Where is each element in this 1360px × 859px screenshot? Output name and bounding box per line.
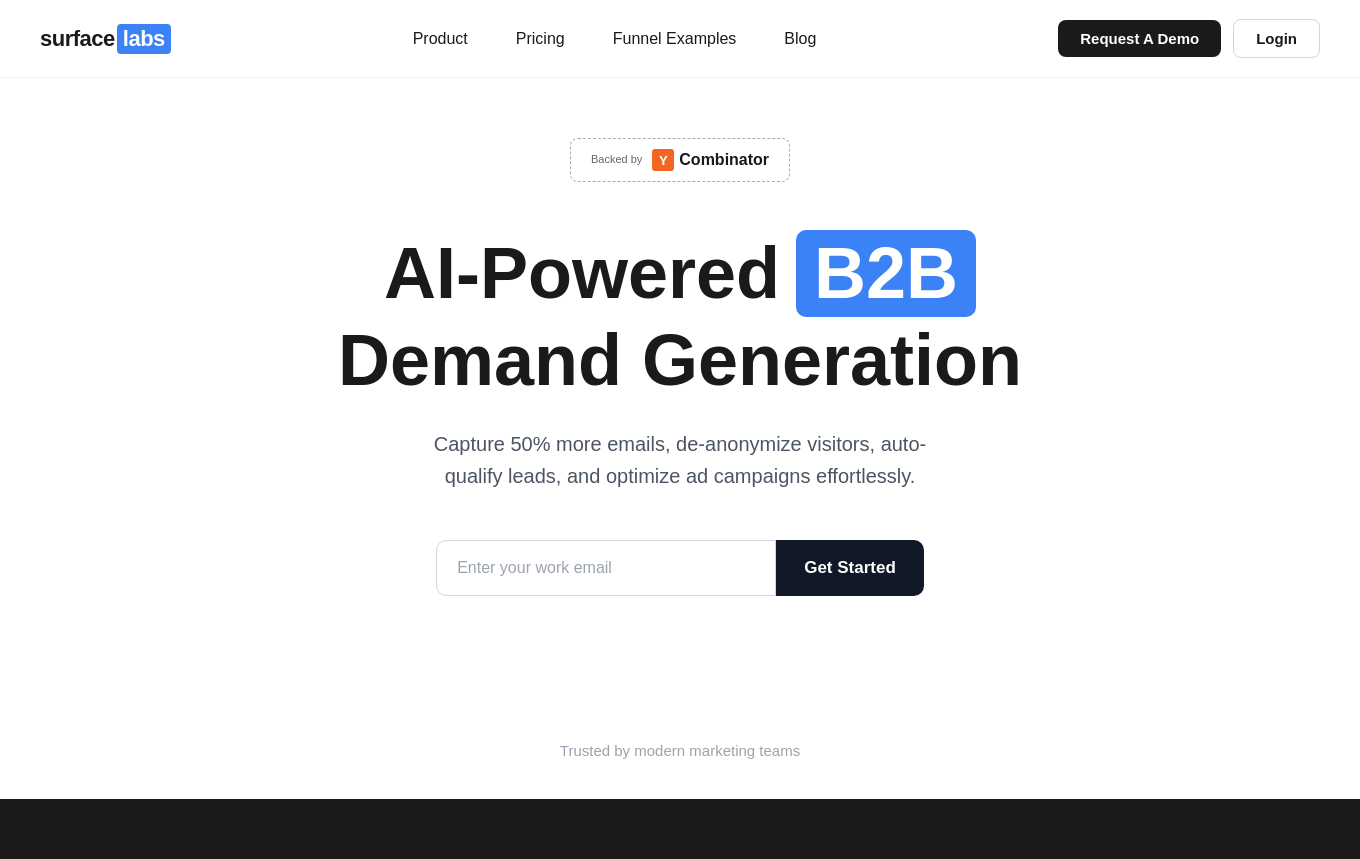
nav-actions: Request A Demo Login [1058, 19, 1320, 58]
logo-labs-text: labs [117, 24, 171, 54]
backed-by-text: Backed by [591, 153, 642, 166]
hero-subtext-line2: qualify leads, and optimize ad campaigns… [445, 465, 916, 487]
yc-logo: Y Combinator [652, 149, 769, 171]
hero-subtext-line1: Capture 50% more emails, de-anonymize vi… [434, 433, 926, 455]
nav-item-funnel-examples[interactable]: Funnel Examples [593, 22, 757, 55]
yc-badge: Backed by Y Combinator [570, 138, 790, 182]
trusted-text: Trusted by modern marketing teams [560, 742, 800, 759]
get-started-button[interactable]: Get Started [776, 540, 924, 596]
hero-line1: AI-Powered B2B [338, 230, 1022, 317]
login-button[interactable]: Login [1233, 19, 1320, 58]
hero-ai-powered-text: AI-Powered [384, 234, 780, 313]
nav-item-pricing[interactable]: Pricing [496, 22, 585, 55]
footer-bar [0, 799, 1360, 859]
yc-y-icon: Y [652, 149, 674, 171]
hero-line2: Demand Generation [338, 321, 1022, 400]
main-content: Backed by Y Combinator AI-Powered B2B De… [0, 78, 1360, 799]
nav-links: Product Pricing Funnel Examples Blog [393, 30, 837, 48]
hero-subtext: Capture 50% more emails, de-anonymize vi… [434, 428, 926, 492]
request-demo-button[interactable]: Request A Demo [1058, 20, 1221, 57]
nav-item-product[interactable]: Product [393, 22, 488, 55]
logo[interactable]: surfacelabs [40, 24, 171, 54]
hero-heading: AI-Powered B2B Demand Generation [338, 230, 1022, 400]
logo-surface-text: surface [40, 26, 115, 52]
email-form: Get Started [436, 540, 924, 596]
email-input[interactable] [436, 540, 776, 596]
combinator-text: Combinator [679, 151, 769, 169]
nav-item-blog[interactable]: Blog [764, 22, 836, 55]
hero-b2b-badge: B2B [796, 230, 976, 317]
navbar: surfacelabs Product Pricing Funnel Examp… [0, 0, 1360, 78]
